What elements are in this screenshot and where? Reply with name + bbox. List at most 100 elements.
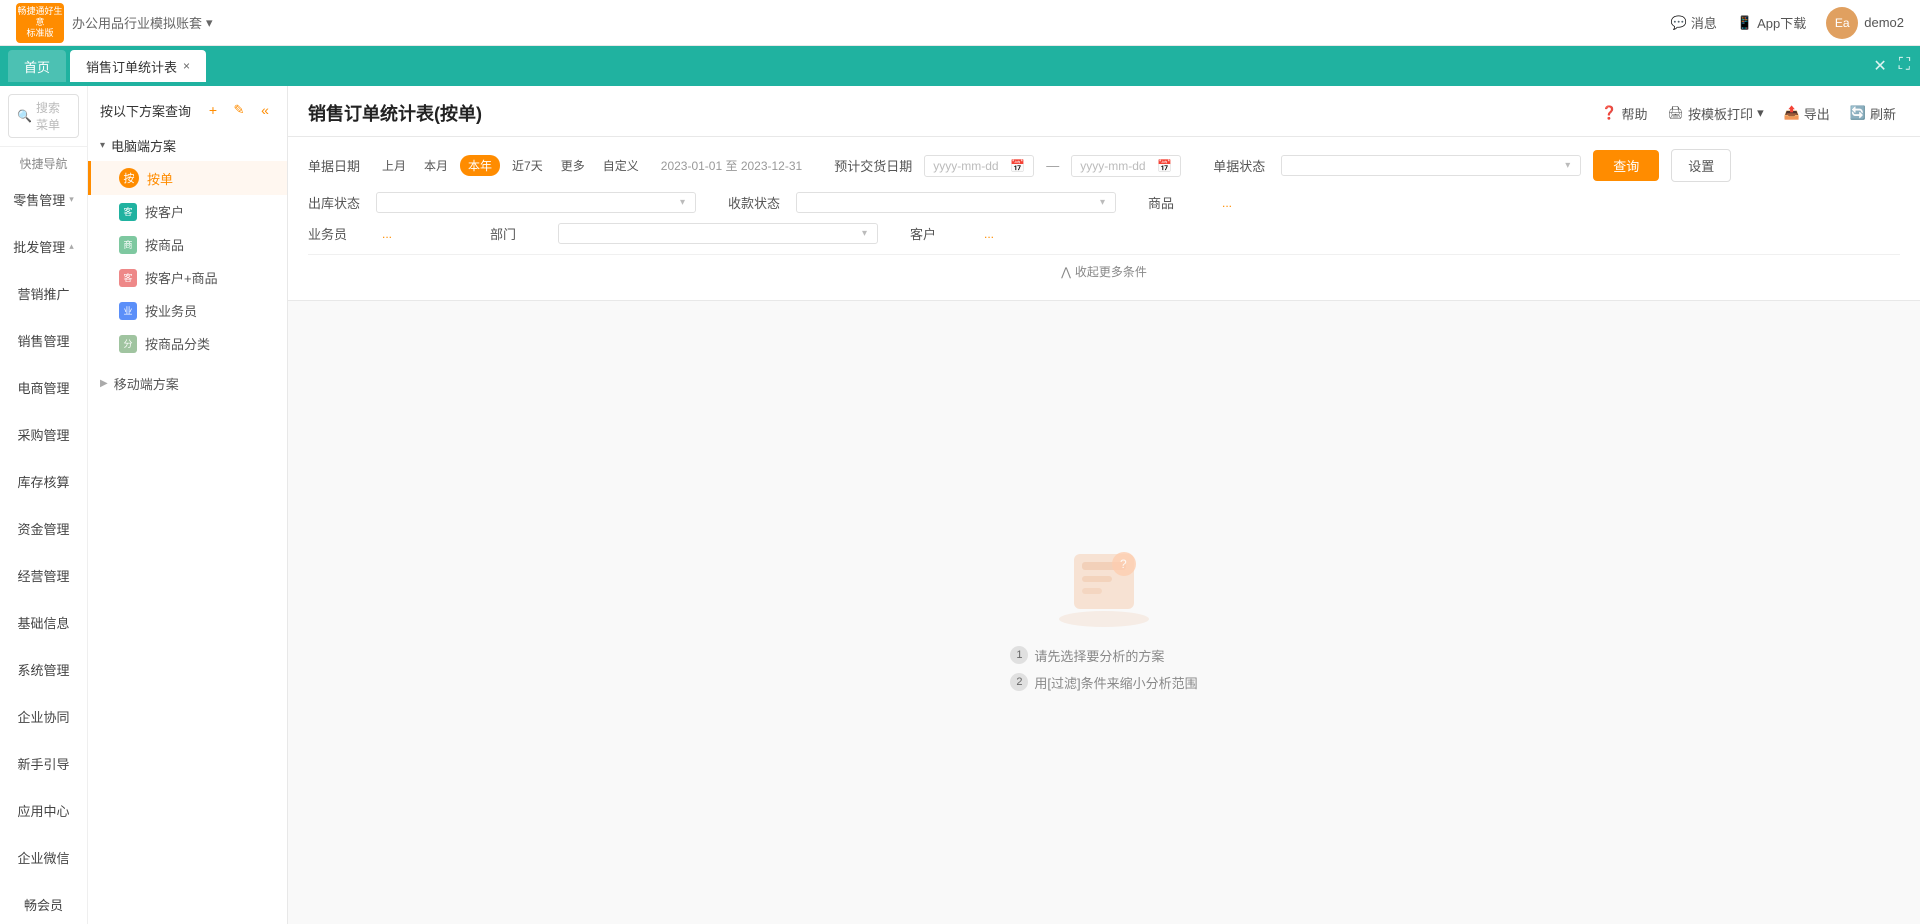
sidebar-item-system[interactable]: 系统管理	[0, 646, 87, 693]
scheme-item-by-category[interactable]: 分 按商品分类	[88, 327, 287, 360]
payment-status-label: 收款状态	[728, 193, 784, 212]
tab-home[interactable]: 首页	[8, 50, 66, 82]
search-placeholder: 搜索菜单	[36, 99, 70, 133]
right-panel: 销售订单统计表(按单) ❓ 帮助 🖨 按模板打印 ▾ 📤 导出	[288, 86, 1920, 924]
date-btn-custom[interactable]: 自定义	[597, 155, 645, 176]
tabbar: 首页 销售订单统计表 × ✕ ⛶	[0, 46, 1920, 86]
scheme-item-by-goods[interactable]: 商 按商品	[88, 228, 287, 261]
sidebar-item-purchase-label: 采购管理	[17, 425, 69, 444]
message-btn[interactable]: 💬 消息	[1671, 13, 1717, 32]
chevron-down-icon5: ▾	[862, 228, 867, 239]
chevron-down-icon: ▾	[100, 140, 105, 151]
date-btn-this-month[interactable]: 本月	[418, 155, 454, 176]
topbar-left: 畅捷通好生意 标准版 办公用品行业模拟账套 ▾	[16, 3, 213, 43]
sidebar-item-ecommerce[interactable]: 电商管理	[0, 364, 87, 411]
scheme-group-desktop-header[interactable]: ▾ 电脑端方案	[88, 130, 287, 161]
scheme-item-by-customer-goods[interactable]: 客 按客户+商品	[88, 261, 287, 294]
page-title: 销售订单统计表(按单)	[308, 100, 482, 126]
sidebar-item-marketing[interactable]: 营销推广	[0, 270, 87, 317]
scheme-item-by-salesperson[interactable]: 业 按业务员	[88, 294, 287, 327]
scheme-item-cat-icon: 分	[119, 335, 137, 353]
chevron-up-icon: ▴	[69, 241, 74, 252]
sidebar-item-wechat[interactable]: 企业微信	[0, 834, 87, 881]
template-print-btn[interactable]: 🖨 按模板打印 ▾	[1664, 104, 1768, 123]
salesperson-label: 业务员	[308, 224, 364, 243]
goods-select-btn[interactable]: ...	[1216, 194, 1238, 212]
date-btn-this-year[interactable]: 本年	[460, 155, 500, 176]
search-area[interactable]: 🔍 搜索菜单	[0, 86, 87, 147]
scheme-item-by-customer[interactable]: 客 按客户	[88, 195, 287, 228]
tab-active[interactable]: 销售订单统计表 ×	[70, 50, 206, 82]
tab-expand-btn[interactable]: ⛶	[1897, 54, 1912, 78]
help-btn[interactable]: ❓ 帮助	[1597, 104, 1651, 123]
empty-tip-1: 1 请先选择要分析的方案	[1010, 646, 1197, 665]
scheme-panel-title: 按以下方案查询	[100, 101, 191, 120]
sidebar-item-newbie[interactable]: 新手引导	[0, 740, 87, 787]
collapse-bar: ⋀ 收起更多条件	[308, 254, 1900, 288]
customer-select-btn[interactable]: ...	[978, 225, 1000, 243]
app-title: 办公用品行业模拟账套	[72, 13, 202, 32]
dropdown-icon: ▾	[1757, 105, 1764, 121]
chevron-down-icon: ▾	[1565, 160, 1570, 171]
refresh-btn[interactable]: 🔄 刷新	[1846, 104, 1900, 123]
sidebar-item-enterprise[interactable]: 企业协同	[0, 693, 87, 740]
sidebar-item-sales[interactable]: 销售管理	[0, 317, 87, 364]
sidebar-item-inventory[interactable]: 库存核算	[0, 458, 87, 505]
date-btn-last-month[interactable]: 上月	[376, 155, 412, 176]
goods-label: 商品	[1148, 193, 1204, 212]
delivery-status-select[interactable]: ▾	[376, 192, 696, 213]
sidebar-item-retail[interactable]: 零售管理 ▾	[0, 176, 87, 223]
expected-date-label: 预计交货日期	[834, 156, 912, 175]
sidebar-item-appcenter[interactable]: 应用中心	[0, 787, 87, 834]
filter-row-2: 出库状态 ▾ 收款状态 ▾ 商品 ...	[308, 192, 1900, 213]
chevron-down-icon3: ▾	[680, 197, 685, 208]
sidebar-item-member[interactable]: 畅会员	[0, 881, 87, 924]
payment-status-select[interactable]: ▾	[796, 192, 1116, 213]
department-select[interactable]: ▾	[558, 223, 878, 244]
date-btn-last-7[interactable]: 近7天	[506, 155, 549, 176]
scheme-group-mobile[interactable]: ▶ 移动端方案	[88, 368, 287, 399]
settings-btn[interactable]: 设置	[1671, 149, 1731, 182]
status-select[interactable]: ▾	[1281, 155, 1581, 176]
content-area: 按以下方案查询 + ✎ « ▾ 电脑端方案 按 按单 客 按客	[88, 86, 1920, 924]
sidebar-item-finance[interactable]: 资金管理	[0, 505, 87, 552]
expected-date-start[interactable]: yyyy-mm-dd 📅	[924, 155, 1034, 177]
tab-close-btn[interactable]: ×	[183, 59, 190, 73]
scheme-item-by-salesperson-label: 按业务员	[145, 301, 197, 320]
sidebar-item-basic[interactable]: 基础信息	[0, 599, 87, 646]
app-download-label: App下载	[1757, 13, 1806, 32]
sidebar-item-basic-label: 基础信息	[17, 613, 69, 632]
scheme-item-sp-icon: 业	[119, 302, 137, 320]
scheme-edit-btn[interactable]: ✎	[229, 100, 249, 120]
filter-row-3: 业务员 ... 部门 ▾ 客户 ...	[308, 223, 1900, 244]
collapse-btn[interactable]: ⋀ 收起更多条件	[1061, 263, 1147, 280]
logo-sub: 标准版	[26, 28, 53, 39]
search-bar[interactable]: 🔍 搜索菜单	[8, 94, 79, 138]
scheme-item-by-customer-label: 按客户	[145, 202, 184, 221]
tab-home-label: 首页	[24, 57, 50, 76]
app-selector[interactable]: 办公用品行业模拟账套 ▾	[72, 13, 213, 32]
chevron-down-icon: ▾	[69, 194, 74, 205]
user-profile[interactable]: Ea demo2	[1826, 7, 1904, 39]
sidebar-item-system-label: 系统管理	[17, 660, 69, 679]
export-btn[interactable]: 📤 导出	[1780, 104, 1834, 123]
tab-controls: ✕ ⛶	[1871, 54, 1912, 78]
sidebar-item-operations[interactable]: 经营管理	[0, 552, 87, 599]
sidebar-item-inventory-label: 库存核算	[17, 472, 69, 491]
sidebar-item-wholesale[interactable]: 批发管理 ▴	[0, 223, 87, 270]
scheme-item-by-order[interactable]: 按 按单	[88, 161, 287, 195]
sidebar-item-purchase[interactable]: 采购管理	[0, 411, 87, 458]
app-download-btn[interactable]: 📱 App下载	[1737, 13, 1806, 32]
scheme-add-btn[interactable]: +	[203, 100, 223, 120]
scheme-collapse-btn[interactable]: «	[255, 100, 275, 120]
scheme-panel-icons: + ✎ «	[203, 100, 275, 120]
expected-date-end[interactable]: yyyy-mm-dd 📅	[1071, 155, 1181, 177]
tab-close-window-btn[interactable]: ✕	[1871, 54, 1888, 78]
salesperson-select-btn[interactable]: ...	[376, 225, 398, 243]
date-btn-more[interactable]: 更多	[555, 155, 591, 176]
help-label: 帮助	[1622, 104, 1648, 123]
date-btn-group: 上月 本月 本年 近7天 更多 自定义	[376, 155, 645, 176]
empty-state: ? 1 请先选择要分析的方案 2 用[过滤]条件来缩小分析范围	[288, 301, 1920, 924]
scheme-item-by-goods-label: 按商品	[145, 235, 184, 254]
query-btn[interactable]: 查询	[1593, 150, 1659, 181]
